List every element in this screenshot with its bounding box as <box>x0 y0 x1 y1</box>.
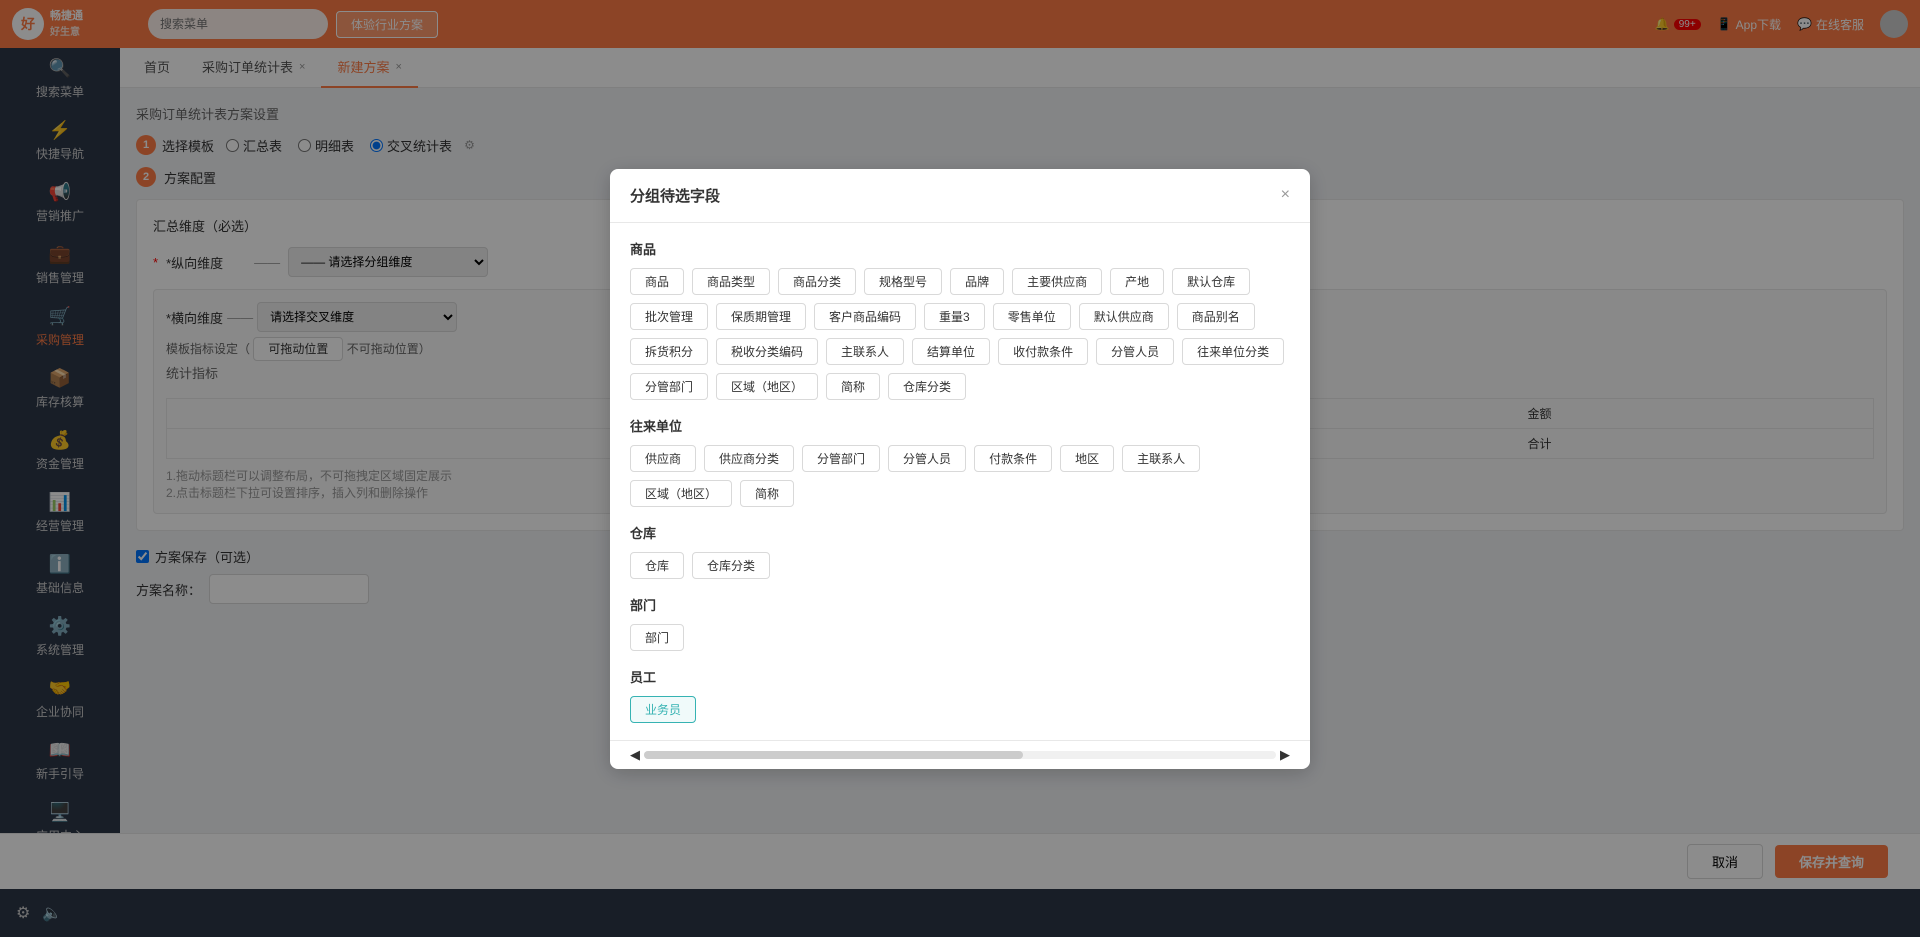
tag-group-product: 商品 商品类型 商品分类 规格型号 品牌 主要供应商 产地 默认仓库 批次管理 … <box>630 268 1290 400</box>
tag-group-department: 部门 <box>630 624 1290 651</box>
section-department: 部门 <box>630 595 1290 614</box>
modal-title: 分组待选字段 <box>630 185 720 206</box>
tag-manager[interactable]: 分管人员 <box>1096 338 1174 365</box>
tag-region[interactable]: 区域（地区） <box>716 373 818 400</box>
modal-body: 商品 商品 商品类型 商品分类 规格型号 品牌 主要供应商 产地 默认仓库 批次… <box>610 223 1310 740</box>
tag-retail-unit[interactable]: 零售单位 <box>993 303 1071 330</box>
tag-dept[interactable]: 分管部门 <box>630 373 708 400</box>
tag-manager2[interactable]: 分管人员 <box>888 445 966 472</box>
tag-main-contact[interactable]: 主联系人 <box>826 338 904 365</box>
tag-supplier[interactable]: 供应商 <box>630 445 696 472</box>
h-scrollbar[interactable] <box>644 751 1276 759</box>
scroll-left-icon: ◀ <box>630 747 640 763</box>
section-partner: 往来单位 <box>630 416 1290 435</box>
tag-tax-code[interactable]: 税收分类编码 <box>716 338 818 365</box>
scroll-right-icon: ▶ <box>1280 747 1290 763</box>
tag-quality[interactable]: 保质期管理 <box>716 303 806 330</box>
tag-short-name[interactable]: 简称 <box>826 373 880 400</box>
tag-warehouse[interactable]: 仓库 <box>630 552 684 579</box>
tag-supplier-category[interactable]: 供应商分类 <box>704 445 794 472</box>
modal-scrollbar: ◀ ▶ <box>610 740 1310 769</box>
tag-group-warehouse: 仓库 仓库分类 <box>630 552 1290 579</box>
tag-area[interactable]: 地区 <box>1060 445 1114 472</box>
tag-weight3[interactable]: 重量3 <box>924 303 985 330</box>
section-warehouse: 仓库 <box>630 523 1290 542</box>
tag-dept2[interactable]: 分管部门 <box>802 445 880 472</box>
tag-group-partner: 供应商 供应商分类 分管部门 分管人员 付款条件 地区 主联系人 区域（地区） … <box>630 445 1290 507</box>
tag-main-supplier[interactable]: 主要供应商 <box>1012 268 1102 295</box>
tag-product[interactable]: 商品 <box>630 268 684 295</box>
tag-short-name2[interactable]: 简称 <box>740 480 794 507</box>
modal-close-btn[interactable]: × <box>1281 186 1290 204</box>
tag-product-alias[interactable]: 商品别名 <box>1177 303 1255 330</box>
tag-warehouse-cat[interactable]: 仓库分类 <box>692 552 770 579</box>
tag-origin[interactable]: 产地 <box>1110 268 1164 295</box>
tag-default-supplier[interactable]: 默认供应商 <box>1079 303 1169 330</box>
modal-overlay: 分组待选字段 × 商品 商品 商品类型 商品分类 规格型号 品牌 主要供应商 产… <box>0 0 1920 937</box>
h-scrollbar-thumb <box>644 751 1023 759</box>
tag-customer-code[interactable]: 客户商品编码 <box>814 303 916 330</box>
section-employee: 员工 <box>630 667 1290 686</box>
tag-batch[interactable]: 批次管理 <box>630 303 708 330</box>
modal-header: 分组待选字段 × <box>610 169 1310 223</box>
tag-department[interactable]: 部门 <box>630 624 684 651</box>
tag-payment-terms[interactable]: 收付款条件 <box>998 338 1088 365</box>
tag-salesperson[interactable]: 业务员 <box>630 696 696 723</box>
tag-unload-points[interactable]: 拆货积分 <box>630 338 708 365</box>
tag-spec-model[interactable]: 规格型号 <box>864 268 942 295</box>
tag-group-employee: 业务员 <box>630 696 1290 723</box>
tag-settle-unit[interactable]: 结算单位 <box>912 338 990 365</box>
tag-warehouse-category[interactable]: 仓库分类 <box>888 373 966 400</box>
tag-brand[interactable]: 品牌 <box>950 268 1004 295</box>
tag-payment-cond[interactable]: 付款条件 <box>974 445 1052 472</box>
section-product: 商品 <box>630 239 1290 258</box>
tag-region2[interactable]: 区域（地区） <box>630 480 732 507</box>
tag-contact[interactable]: 主联系人 <box>1122 445 1200 472</box>
tag-product-category[interactable]: 商品分类 <box>778 268 856 295</box>
modal: 分组待选字段 × 商品 商品 商品类型 商品分类 规格型号 品牌 主要供应商 产… <box>610 169 1310 769</box>
tag-product-type[interactable]: 商品类型 <box>692 268 770 295</box>
tag-unit-category[interactable]: 往来单位分类 <box>1182 338 1284 365</box>
tag-default-warehouse[interactable]: 默认仓库 <box>1172 268 1250 295</box>
